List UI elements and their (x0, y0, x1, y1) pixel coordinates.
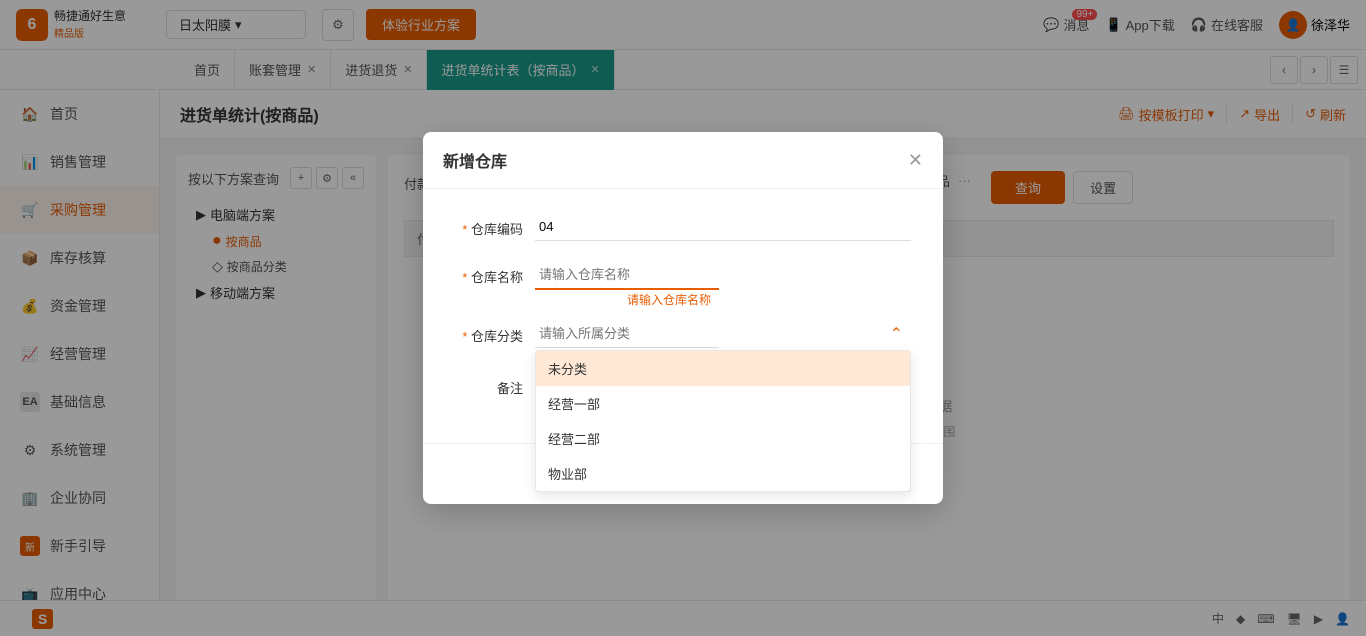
modal-close-button[interactable]: ✕ (908, 150, 923, 171)
name-input[interactable] (535, 261, 719, 290)
code-label: 仓库编码 (455, 213, 535, 238)
dropdown-item-uncategorized[interactable]: 未分类 (536, 351, 910, 386)
modal-overlay[interactable]: 新增仓库 ✕ 仓库编码 仓库名称 请输入仓库名称 (0, 0, 1366, 636)
category-label: 仓库分类 (455, 320, 535, 345)
category-field-row: 仓库分类 ⌃ 未分类 经营一部 经营二部 物业部 (455, 320, 911, 348)
new-warehouse-modal: 新增仓库 ✕ 仓库编码 仓库名称 请输入仓库名称 (423, 132, 943, 504)
name-label: 仓库名称 (455, 261, 535, 286)
modal-body: 仓库编码 仓库名称 请输入仓库名称 仓库分类 (423, 189, 943, 444)
code-field-row: 仓库编码 (455, 213, 911, 241)
category-input[interactable] (535, 320, 719, 348)
note-label: 备注 (455, 372, 535, 397)
modal-header: 新增仓库 ✕ (423, 132, 943, 189)
category-input-wrap: ⌃ 未分类 经营一部 经营二部 物业部 (535, 320, 911, 348)
code-input[interactable] (535, 213, 911, 241)
category-dropdown-arrow[interactable]: ⌃ (890, 324, 903, 344)
name-field-row: 仓库名称 请输入仓库名称 (455, 261, 911, 290)
modal-title: 新增仓库 (443, 148, 507, 172)
category-dropdown-list: 未分类 经营一部 经营二部 物业部 (535, 350, 911, 492)
dropdown-item-property[interactable]: 物业部 (536, 456, 910, 491)
dropdown-item-dept2[interactable]: 经营二部 (536, 421, 910, 456)
name-error-message: 请输入仓库名称 (627, 291, 711, 308)
name-input-wrap: 请输入仓库名称 (535, 261, 911, 290)
dropdown-item-dept1[interactable]: 经营一部 (536, 386, 910, 421)
